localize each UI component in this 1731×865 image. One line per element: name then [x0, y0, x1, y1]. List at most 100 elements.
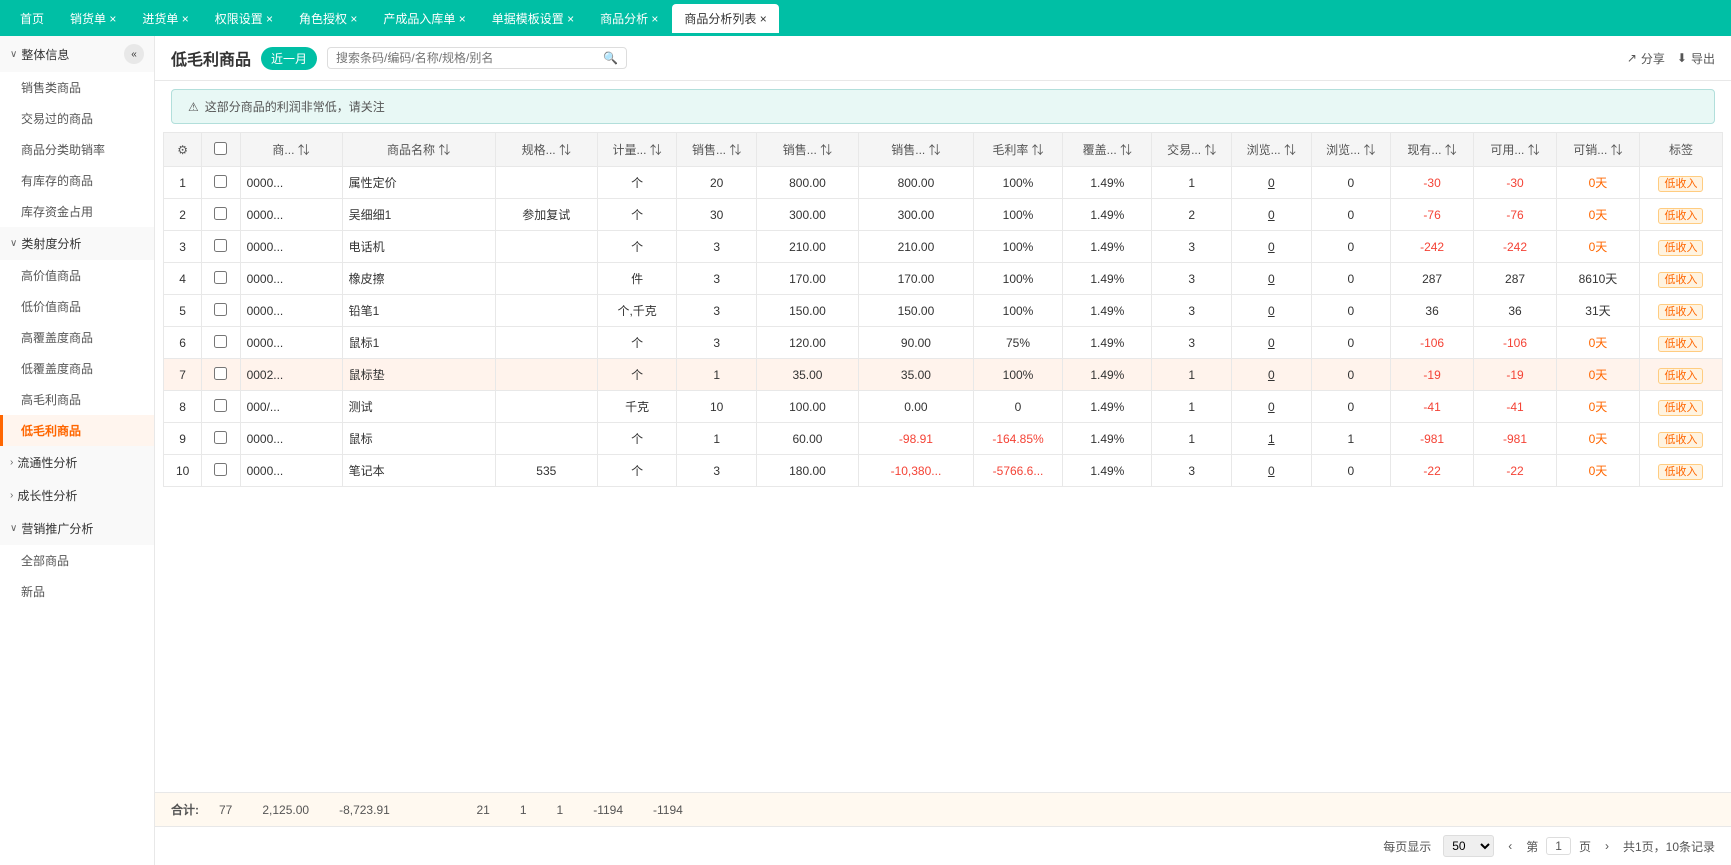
col-tag-header[interactable]: 标签	[1639, 133, 1722, 167]
row-checkbox[interactable]	[214, 271, 227, 284]
view1-link[interactable]: 0	[1268, 304, 1275, 318]
row-checkbox-cell[interactable]	[202, 231, 240, 263]
row-checkbox[interactable]	[214, 367, 227, 380]
sidebar-group-growth[interactable]: › 成长性分析	[0, 479, 154, 512]
sidebar-group-marketing[interactable]: ∨ 营销推广分析	[0, 512, 154, 545]
row-view1[interactable]: 0	[1232, 455, 1312, 487]
select-all-checkbox[interactable]	[214, 142, 227, 155]
nav-product-entry[interactable]: 产成品入库单 ×	[371, 4, 477, 33]
nav-roles[interactable]: 角色授权 ×	[287, 4, 369, 33]
row-checkbox-cell[interactable]	[202, 167, 240, 199]
view1-link[interactable]: 0	[1268, 176, 1275, 190]
col-trans-header[interactable]: 交易... ⇅	[1152, 133, 1232, 167]
view1-link[interactable]: 0	[1268, 208, 1275, 222]
sidebar-item-high-coverage[interactable]: 高覆盖度商品	[0, 322, 154, 353]
sidebar-group-overall[interactable]: ∨ 整体信息 «	[0, 36, 154, 72]
row-view1[interactable]: 0	[1232, 263, 1312, 295]
row-checkbox-cell[interactable]	[202, 423, 240, 455]
col-sale-qty-header[interactable]: 销售... ⇅	[677, 133, 757, 167]
row-checkbox-cell[interactable]	[202, 327, 240, 359]
sidebar-item-low-coverage[interactable]: 低覆盖度商品	[0, 353, 154, 384]
sidebar-item-new-products[interactable]: 新品	[0, 576, 154, 607]
row-view1[interactable]: 0	[1232, 295, 1312, 327]
row-seq: 7	[164, 359, 202, 391]
share-button[interactable]: ↗ 分享	[1627, 50, 1665, 67]
next-page-btn[interactable]: ›	[1599, 837, 1615, 855]
col-view1-header[interactable]: 浏览... ⇅	[1232, 133, 1312, 167]
sidebar-item-stock-funds[interactable]: 库存资金占用	[0, 196, 154, 227]
sidebar-item-traded-products[interactable]: 交易过的商品	[0, 103, 154, 134]
search-input[interactable]	[336, 51, 603, 65]
col-sale-profit-header[interactable]: 销售... ⇅	[859, 133, 974, 167]
view1-link[interactable]: 0	[1268, 464, 1275, 478]
row-checkbox-cell[interactable]	[202, 295, 240, 327]
row-checkbox[interactable]	[214, 207, 227, 220]
sidebar-item-all-products[interactable]: 全部商品	[0, 545, 154, 576]
view1-link[interactable]: 0	[1268, 368, 1275, 382]
col-setting[interactable]: ⚙	[164, 133, 202, 167]
col-margin-header[interactable]: 毛利率 ⇅	[973, 133, 1062, 167]
row-view1[interactable]: 0	[1232, 231, 1312, 263]
row-view1[interactable]: 0	[1232, 327, 1312, 359]
row-checkbox[interactable]	[214, 463, 227, 476]
col-gross-header[interactable]: 覆盖... ⇅	[1063, 133, 1152, 167]
col-view2-header[interactable]: 浏览... ⇅	[1311, 133, 1391, 167]
sidebar-item-low-value[interactable]: 低价值商品	[0, 291, 154, 322]
export-button[interactable]: ⬇ 导出	[1677, 50, 1715, 67]
row-checkbox[interactable]	[214, 431, 227, 444]
sidebar-collapse-btn[interactable]: «	[124, 44, 144, 64]
col-checkbox-all[interactable]	[202, 133, 240, 167]
col-unit-header[interactable]: 计量... ⇅	[597, 133, 677, 167]
sidebar-item-high-margin[interactable]: 高毛利商品	[0, 384, 154, 415]
table-footer: 合计: 77 2,125.00 -8,723.91 21 1 1 -1194 -…	[155, 792, 1731, 826]
view1-link[interactable]: 0	[1268, 336, 1275, 350]
sidebar-item-sales-products[interactable]: 销售类商品	[0, 72, 154, 103]
row-saleable: 0天	[1557, 167, 1640, 199]
row-tag: 低收入	[1639, 263, 1722, 295]
row-checkbox-cell[interactable]	[202, 455, 240, 487]
view1-link[interactable]: 0	[1268, 400, 1275, 414]
row-checkbox[interactable]	[214, 303, 227, 316]
view1-link[interactable]: 0	[1268, 272, 1275, 286]
row-view1[interactable]: 0	[1232, 359, 1312, 391]
col-spec-header[interactable]: 规格... ⇅	[495, 133, 597, 167]
sidebar-item-high-value[interactable]: 高价值商品	[0, 260, 154, 291]
col-saleable-header[interactable]: 可销... ⇅	[1557, 133, 1640, 167]
nav-permissions[interactable]: 权限设置 ×	[203, 4, 285, 33]
period-button[interactable]: 近一月	[261, 47, 317, 70]
col-avail-header[interactable]: 可用... ⇅	[1474, 133, 1557, 167]
col-stock-header[interactable]: 现有... ⇅	[1391, 133, 1474, 167]
row-sale-profit: 170.00	[859, 263, 974, 295]
sidebar-item-stock-products[interactable]: 有库存的商品	[0, 165, 154, 196]
nav-product-analysis[interactable]: 商品分析 ×	[588, 4, 670, 33]
sidebar-item-low-margin[interactable]: 低毛利商品	[0, 415, 154, 446]
row-view1[interactable]: 0	[1232, 199, 1312, 231]
row-checkbox[interactable]	[214, 335, 227, 348]
view1-link[interactable]: 1	[1268, 432, 1275, 446]
nav-template-settings[interactable]: 单据模板设置 ×	[480, 4, 586, 33]
row-checkbox-cell[interactable]	[202, 263, 240, 295]
row-checkbox-cell[interactable]	[202, 199, 240, 231]
nav-product-analysis-list[interactable]: 商品分析列表 ×	[672, 4, 778, 33]
row-checkbox-cell[interactable]	[202, 391, 240, 423]
prev-page-btn[interactable]: ‹	[1502, 837, 1518, 855]
col-sale-amt-header[interactable]: 销售... ⇅	[756, 133, 858, 167]
view1-link[interactable]: 0	[1268, 240, 1275, 254]
row-checkbox[interactable]	[214, 399, 227, 412]
col-code-header[interactable]: 商... ⇅	[240, 133, 342, 167]
sidebar-group-analysis[interactable]: ∨ 类射度分析	[0, 227, 154, 260]
sidebar-item-category-rate[interactable]: 商品分类助销率	[0, 134, 154, 165]
row-seq: 4	[164, 263, 202, 295]
row-checkbox[interactable]	[214, 239, 227, 252]
row-checkbox[interactable]	[214, 175, 227, 188]
nav-purchase[interactable]: 进货单 ×	[130, 4, 200, 33]
row-view1[interactable]: 0	[1232, 167, 1312, 199]
nav-home[interactable]: 首页	[8, 4, 56, 33]
col-name-header[interactable]: 商品名称 ⇅	[342, 133, 495, 167]
nav-sales[interactable]: 销货单 ×	[58, 4, 128, 33]
row-view1[interactable]: 1	[1232, 423, 1312, 455]
row-view1[interactable]: 0	[1232, 391, 1312, 423]
sidebar-group-liquidity[interactable]: › 流通性分析	[0, 446, 154, 479]
page-size-select[interactable]: 50 100 200	[1443, 835, 1494, 857]
row-checkbox-cell[interactable]	[202, 359, 240, 391]
